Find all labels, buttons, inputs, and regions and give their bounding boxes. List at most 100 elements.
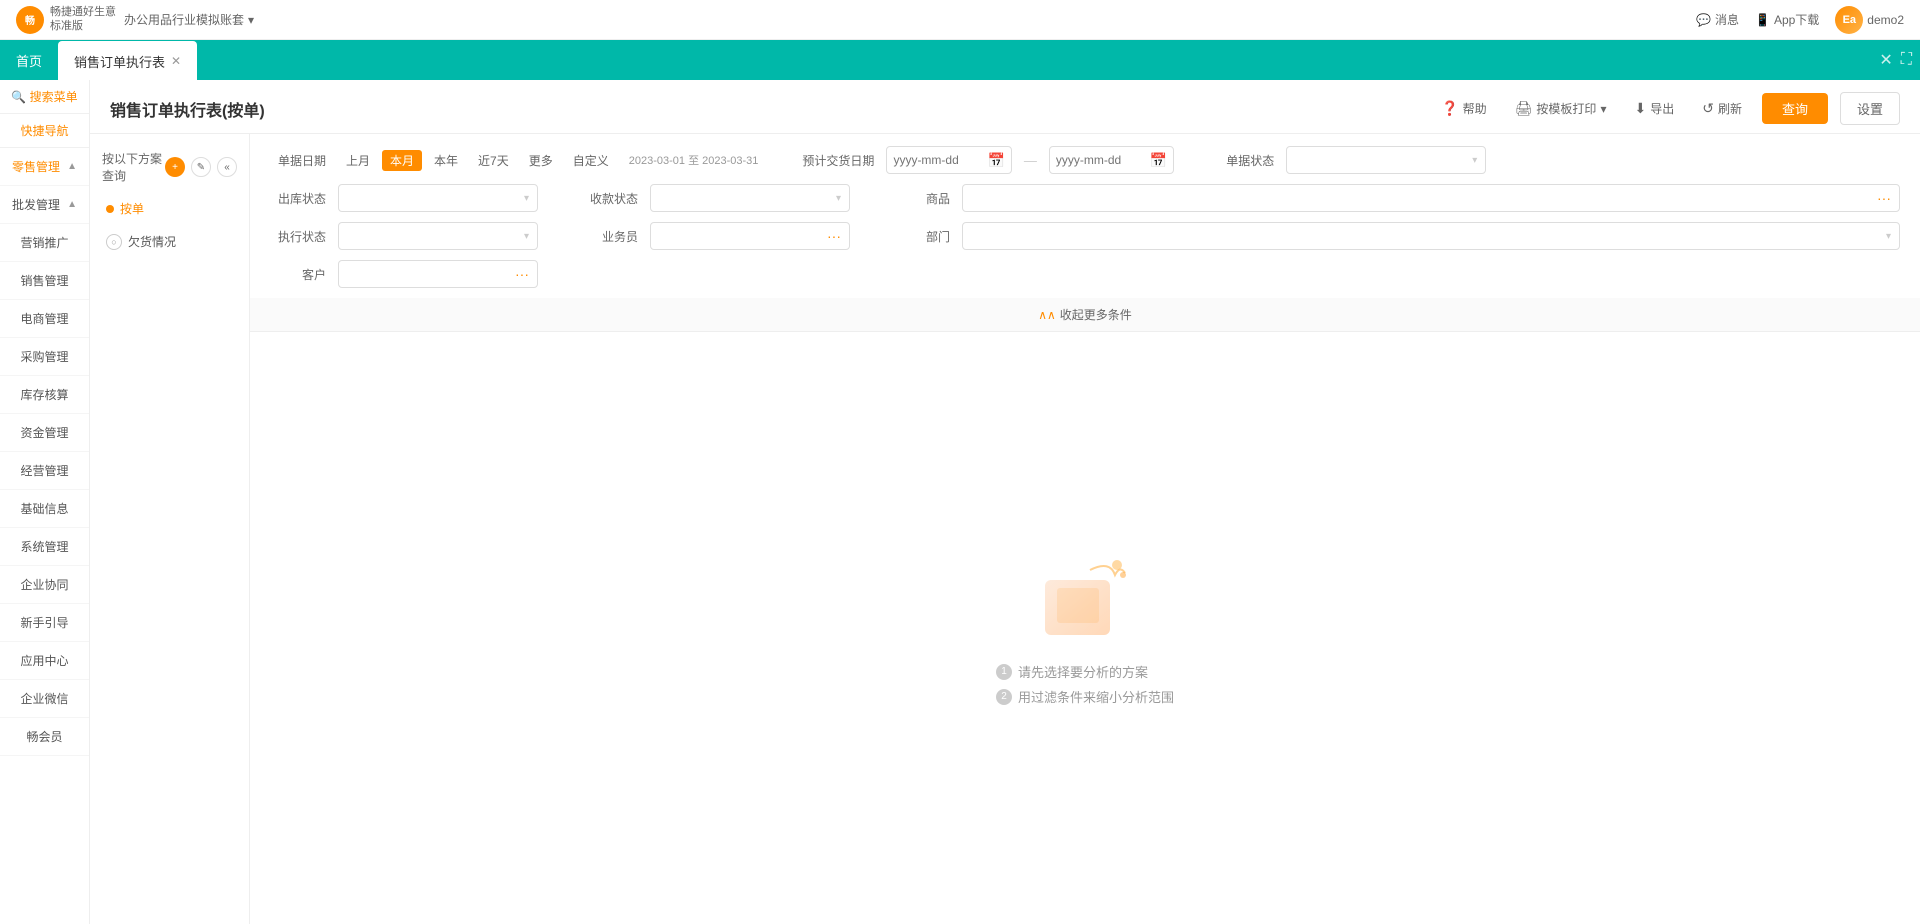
empty-content: 1 请先选择要分析的方案 2 用过滤条件来缩小分析范围	[996, 550, 1174, 706]
tab-bar-actions: ✕ ⛶	[1879, 50, 1920, 70]
expand-icon: ▲	[67, 161, 77, 172]
sidebar-item-weixin[interactable]: 企业微信	[0, 680, 89, 718]
dept-select[interactable]: ▾	[962, 222, 1900, 250]
sidebar: 🔍 搜索菜单 快捷导航 零售管理 ▲ 批发管理 ▲ 营销推广 销售管理 电商管理…	[0, 80, 90, 924]
date-tab-more[interactable]: 更多	[521, 150, 561, 171]
exec-select[interactable]: ▾	[338, 222, 538, 250]
status-select[interactable]: ▾	[1286, 146, 1486, 174]
message-button[interactable]: 💬 消息	[1696, 11, 1739, 28]
sidebar-item-retail[interactable]: 零售管理 ▲	[0, 148, 89, 186]
sidebar-item-newuser[interactable]: 新手引导	[0, 604, 89, 642]
tab-close-icon[interactable]: ✕	[171, 54, 181, 68]
expected-date-end-input[interactable]	[1056, 153, 1146, 167]
sub-nav-item-by-credit[interactable]: ○ 欠货情况	[90, 225, 249, 258]
expand-icon-wholesale: ▲	[67, 199, 77, 210]
logo-text: 畅捷通好生意 标准版	[50, 6, 116, 32]
exec-label: 执行状态	[270, 228, 326, 245]
sidebar-search[interactable]: 🔍 搜索菜单	[0, 80, 89, 114]
empty-tip1: 1 请先选择要分析的方案	[996, 662, 1148, 681]
print-button[interactable]: 🖨 按模板打印 ▾	[1507, 96, 1615, 121]
empty-illustration	[1025, 550, 1145, 650]
calendar-end-icon[interactable]: 📅	[1150, 152, 1167, 169]
sidebar-item-ecommerce[interactable]: 电商管理	[0, 300, 89, 338]
customer-select[interactable]: ···	[338, 260, 538, 288]
date-tab-this-month[interactable]: 本月	[382, 150, 422, 171]
page-actions: ❓ 帮助 🖨 按模板打印 ▾ ⬇ 导出 ↺ 刷新 查询 设置	[1433, 92, 1900, 125]
collection-select[interactable]: ▾	[650, 184, 850, 212]
download-icon: 📱	[1755, 13, 1770, 27]
status-label: 单据状态	[1218, 152, 1274, 169]
set-button[interactable]: 设置	[1840, 92, 1900, 125]
salesman-dots-icon[interactable]: ···	[827, 228, 841, 244]
tab-sales-order[interactable]: 销售订单执行表 ✕	[58, 41, 197, 81]
date-tab-last-month[interactable]: 上月	[338, 150, 378, 171]
avatar: Ea	[1835, 6, 1863, 34]
print-dropdown-icon[interactable]: ▾	[1600, 102, 1606, 116]
salesman-select[interactable]: ···	[650, 222, 850, 250]
logo-area: 畅 畅捷通好生意 标准版	[16, 6, 116, 34]
goods-dots-icon[interactable]: ···	[1877, 190, 1891, 206]
date-tabs: 上月 本月 本年 近7天 更多 自定义	[338, 150, 617, 171]
sidebar-item-marketing[interactable]: 营销推广	[0, 224, 89, 262]
filter-content: 单据日期 上月 本月 本年 近7天 更多 自定义 2023-03-01 至 20…	[250, 134, 1920, 924]
breadcrumb: 办公用品行业模拟账套 ▾	[124, 11, 254, 28]
empty-box-svg	[1035, 555, 1135, 645]
sidebar-item-member[interactable]: 畅会员	[0, 718, 89, 756]
sidebar-item-wholesale[interactable]: 批发管理 ▲	[0, 186, 89, 224]
dept-label: 部门	[894, 228, 950, 245]
item-circle-icon: ○	[106, 234, 122, 250]
content-area: 销售订单执行表(按单) ❓ 帮助 🖨 按模板打印 ▾ ⬇ 导出 ↺ 刷新	[90, 80, 1920, 924]
sidebar-item-system[interactable]: 系统管理	[0, 528, 89, 566]
status-dropdown-icon: ▾	[1472, 155, 1477, 166]
help-button[interactable]: ❓ 帮助	[1433, 96, 1494, 121]
header-right: 💬 消息 📱 App下载 Ea demo2	[1696, 6, 1904, 34]
tab-home[interactable]: 首页	[0, 40, 58, 80]
sidebar-item-sales[interactable]: 销售管理	[0, 262, 89, 300]
empty-text: 1 请先选择要分析的方案 2 用过滤条件来缩小分析范围	[996, 662, 1174, 706]
customer-label: 客户	[270, 266, 326, 283]
sidebar-item-enterprise[interactable]: 企业协同	[0, 566, 89, 604]
refresh-icon: ↺	[1702, 100, 1714, 117]
collapse-bar[interactable]: ∧∧ 收起更多条件	[250, 298, 1920, 332]
collection-dropdown-icon: ▾	[836, 193, 841, 204]
date-tab-7days[interactable]: 近7天	[470, 150, 517, 171]
sidebar-item-inventory[interactable]: 库存核算	[0, 376, 89, 414]
add-scheme-button[interactable]: +	[165, 157, 185, 177]
sub-nav-icons: + ✎ «	[165, 157, 237, 177]
sub-nav-header: 按以下方案查询 + ✎ «	[90, 142, 249, 192]
breadcrumb-dropdown[interactable]: ▾	[248, 13, 254, 27]
expected-date-start-wrap: 📅	[886, 146, 1011, 174]
fullscreen-icon[interactable]: ⛶	[1901, 51, 1912, 69]
expected-date-start-input[interactable]	[893, 153, 983, 167]
out-stock-select[interactable]: ▾	[338, 184, 538, 212]
collection-label: 收款状态	[582, 190, 638, 207]
sidebar-item-purchase[interactable]: 采购管理	[0, 338, 89, 376]
edit-scheme-button[interactable]: ✎	[191, 157, 211, 177]
window-close-icon[interactable]: ✕	[1879, 50, 1892, 70]
goods-select[interactable]: ···	[962, 184, 1900, 212]
sidebar-item-operations[interactable]: 经营管理	[0, 452, 89, 490]
header-left: 畅 畅捷通好生意 标准版 办公用品行业模拟账套 ▾	[16, 6, 254, 34]
message-icon: 💬	[1696, 13, 1711, 27]
export-button[interactable]: ⬇ 导出	[1626, 96, 1682, 121]
goods-label: 商品	[894, 190, 950, 207]
page-header: 销售订单执行表(按单) ❓ 帮助 🖨 按模板打印 ▾ ⬇ 导出 ↺ 刷新	[90, 80, 1920, 134]
date-tab-this-year[interactable]: 本年	[426, 150, 466, 171]
sidebar-item-finance[interactable]: 资金管理	[0, 414, 89, 452]
customer-dots-icon[interactable]: ···	[515, 266, 529, 282]
active-dot	[106, 205, 114, 213]
sidebar-quick-nav[interactable]: 快捷导航	[0, 114, 89, 148]
calendar-start-icon[interactable]: 📅	[987, 152, 1004, 169]
app-download-button[interactable]: 📱 App下载	[1755, 11, 1819, 28]
query-button[interactable]: 查询	[1762, 93, 1828, 124]
sub-nav-item-by-order[interactable]: 按单	[90, 192, 249, 225]
sidebar-item-base[interactable]: 基础信息	[0, 490, 89, 528]
sidebar-item-appcenter[interactable]: 应用中心	[0, 642, 89, 680]
collapse-nav-button[interactable]: «	[217, 157, 237, 177]
empty-tip2: 2 用过滤条件来缩小分析范围	[996, 687, 1174, 706]
user-menu[interactable]: Ea demo2	[1835, 6, 1904, 34]
date-tab-custom[interactable]: 自定义	[565, 150, 617, 171]
date-label: 单据日期	[270, 152, 326, 169]
refresh-button[interactable]: ↺ 刷新	[1694, 96, 1750, 121]
main-container: 🔍 搜索菜单 快捷导航 零售管理 ▲ 批发管理 ▲ 营销推广 销售管理 电商管理…	[0, 80, 1920, 924]
